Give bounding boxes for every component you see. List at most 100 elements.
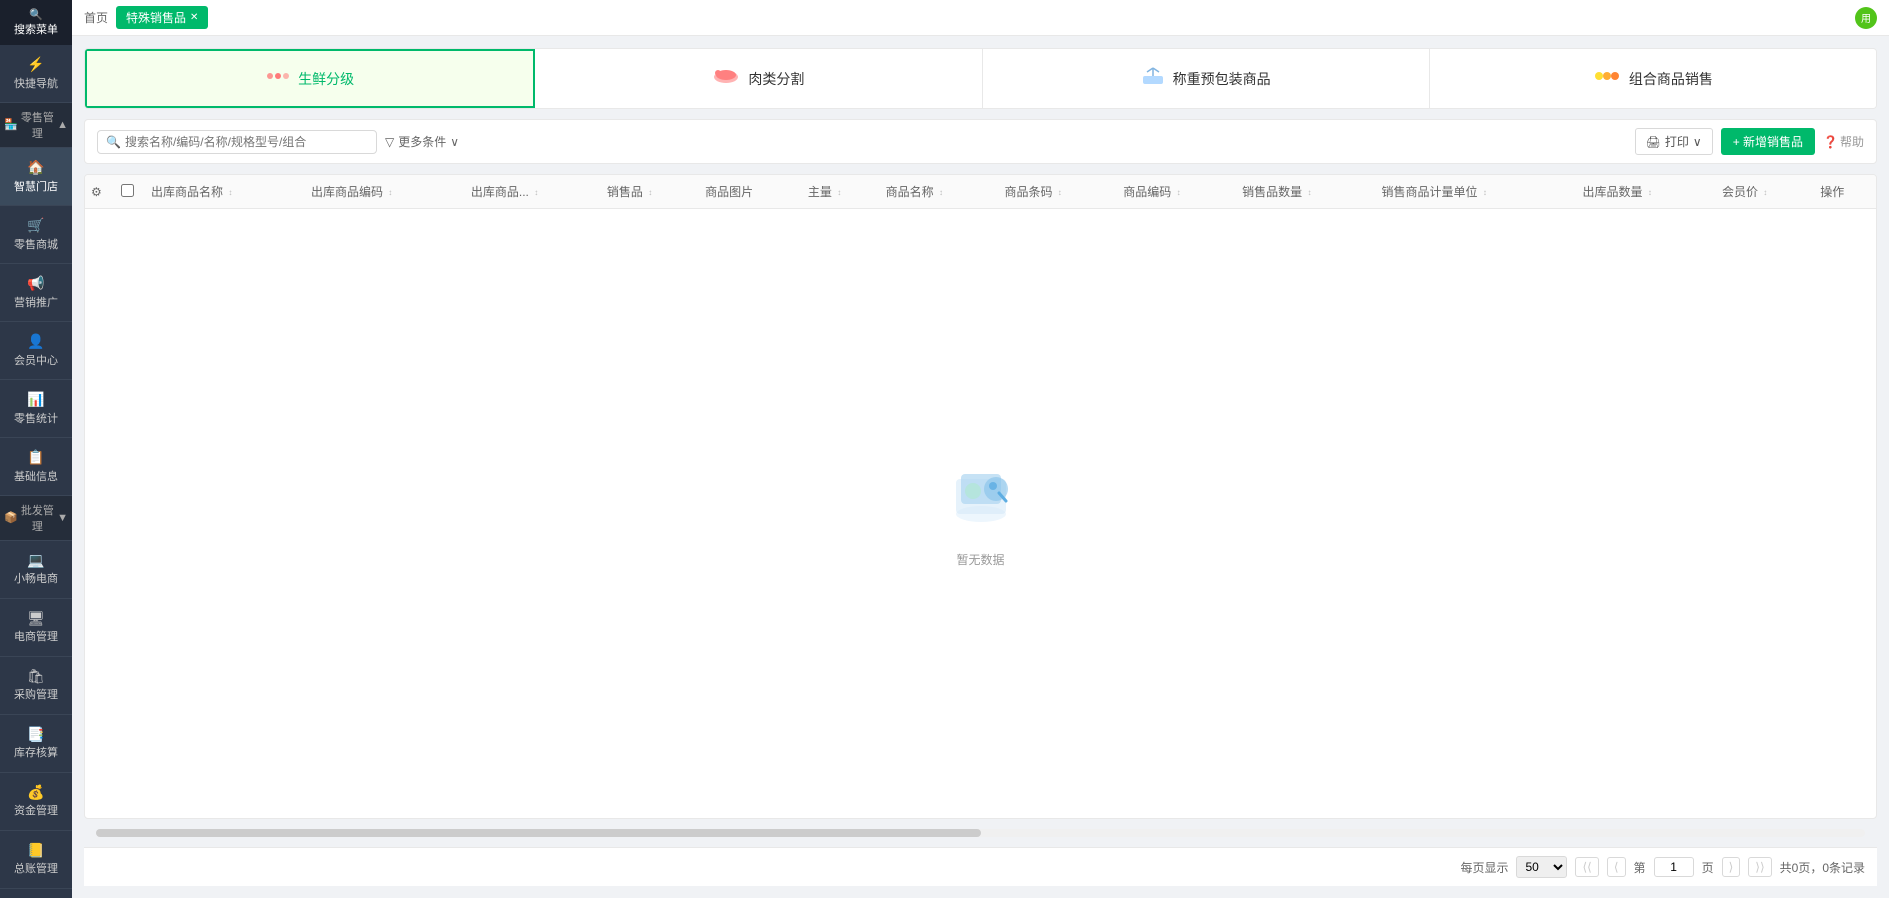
sidebar-item-label: 快捷导航 bbox=[14, 77, 58, 92]
sort-icon: ↕ bbox=[1763, 188, 1767, 197]
sidebar-item-ecommerce-mgmt[interactable]: 🖥 电商管理 bbox=[0, 599, 72, 657]
breadcrumb-home[interactable]: 首页 bbox=[84, 9, 108, 26]
main-content: 首页 特殊销售品 ✕ 用 生鲜分级 bbox=[72, 0, 1889, 898]
select-all-checkbox[interactable] bbox=[121, 184, 134, 197]
sidebar-item-members[interactable]: 👤 会员中心 bbox=[0, 322, 72, 380]
ledger-icon: 📒 bbox=[27, 841, 44, 861]
sort-icon: ↕ bbox=[837, 188, 841, 197]
top-nav: 首页 特殊销售品 ✕ 用 bbox=[72, 0, 1889, 36]
inventory-icon: 📑 bbox=[27, 725, 44, 745]
filter-button[interactable]: ▽ 更多条件 ∨ bbox=[385, 133, 459, 150]
avatar: 用 bbox=[1855, 7, 1877, 29]
col-action: 操作 bbox=[1814, 175, 1876, 209]
col-product-image[interactable]: 商品图片 bbox=[699, 175, 802, 209]
sidebar-item-wholesale[interactable]: 📦 批发管理 ▼ bbox=[0, 496, 72, 541]
search-icon: 🔍 bbox=[106, 135, 121, 149]
first-page-button[interactable]: ⟨⟨ bbox=[1575, 857, 1598, 877]
help-label: 帮助 bbox=[1840, 133, 1864, 150]
sidebar-item-retail-stats[interactable]: 📊 零售统计 bbox=[0, 380, 72, 438]
cat-tab-meat-cut[interactable]: 肉类分割 bbox=[535, 49, 982, 108]
page-size-select[interactable]: 50 10 20 100 bbox=[1516, 856, 1567, 878]
info-icon: 📋 bbox=[27, 448, 44, 468]
col-member-price[interactable]: 会员价 ↕ bbox=[1716, 175, 1814, 209]
toolbar-right: 🖨 打印 ∨ + 新增销售品 ❓ 帮助 bbox=[1635, 128, 1864, 155]
ecom-mgmt-icon: 🖥 bbox=[27, 609, 45, 629]
print-icon: 🖨 bbox=[1646, 135, 1661, 149]
sidebar-item-label: 电商管理 bbox=[14, 630, 58, 645]
col-product-code[interactable]: 商品编码 ↕ bbox=[1117, 175, 1236, 209]
members-icon: 👤 bbox=[27, 332, 44, 352]
cat-tab-fresh-grading[interactable]: 生鲜分级 bbox=[85, 49, 535, 108]
page-unit: 页 bbox=[1702, 859, 1714, 876]
mall-icon: 🛒 bbox=[27, 216, 44, 236]
sidebar-item-smart-store[interactable]: 🏠 智慧门店 bbox=[0, 148, 72, 206]
sidebar-search[interactable]: 🔍 搜索菜单 bbox=[0, 0, 72, 45]
sidebar-item-label: 零售管理 bbox=[20, 109, 55, 141]
sidebar-item-ledger[interactable]: 📒 总账管理 bbox=[0, 831, 72, 889]
filter-label: 更多条件 bbox=[398, 133, 446, 150]
sidebar-item-label: 采购管理 bbox=[14, 688, 58, 703]
sidebar-item-ecommerce-small[interactable]: 💻 小畅电商 bbox=[0, 541, 72, 599]
fresh-grading-icon bbox=[266, 67, 290, 90]
sidebar-item-basic-info[interactable]: 📋 基础信息 bbox=[0, 438, 72, 496]
cat-tab-prepack[interactable]: 称重预包装商品 bbox=[983, 49, 1430, 108]
sidebar-item-quick-nav[interactable]: ⚡ 快捷导航 bbox=[0, 45, 72, 103]
sidebar-logo-label: 搜索菜单 bbox=[0, 21, 72, 37]
quick-nav-icon: ⚡ bbox=[27, 55, 44, 75]
last-page-button[interactable]: ⟩⟩ bbox=[1748, 857, 1771, 877]
print-dropdown-icon: ∨ bbox=[1693, 135, 1702, 149]
chevron-down-icon: ∨ bbox=[450, 135, 459, 149]
scroll-thumb[interactable] bbox=[96, 829, 981, 837]
col-product-name[interactable]: 商品名称 ↕ bbox=[880, 175, 999, 209]
col-outbound-qty[interactable]: 出库品数量 ↕ bbox=[1577, 175, 1716, 209]
ecom-icon: 💻 bbox=[27, 551, 44, 571]
sidebar-item-label: 资金管理 bbox=[14, 804, 58, 819]
store-icon: 🏠 bbox=[27, 158, 44, 178]
active-tab[interactable]: 特殊销售品 ✕ bbox=[116, 6, 208, 29]
page-input[interactable] bbox=[1654, 857, 1694, 877]
purchase-icon: 🛍 bbox=[27, 667, 45, 687]
total-label: 共0页，0条记录 bbox=[1780, 859, 1865, 876]
cat-tab-combo[interactable]: 组合商品销售 bbox=[1430, 49, 1876, 108]
next-page-button[interactable]: ⟩ bbox=[1722, 857, 1741, 877]
sidebar-item-inventory[interactable]: 📑 库存核算 bbox=[0, 715, 72, 773]
col-warehouse-product-name[interactable]: 出库商品名称 ↕ bbox=[145, 175, 305, 209]
col-warehouse-product-code[interactable]: 出库商品编码 ↕ bbox=[305, 175, 465, 209]
cat-tab-label: 称重预包装商品 bbox=[1173, 69, 1271, 89]
col-sales-unit[interactable]: 销售商品计量单位 ↕ bbox=[1375, 175, 1576, 209]
avatar-text: 用 bbox=[1861, 10, 1871, 25]
sidebar-item-invoice[interactable]: 🧾 发票管理 bbox=[0, 889, 72, 898]
sidebar: 🔍 搜索菜单 ⚡ 快捷导航 🏪 零售管理 ▲ 🏠 智慧门店 🛒 零售商城 📢 营… bbox=[0, 0, 72, 898]
meat-cut-icon bbox=[712, 67, 740, 91]
sort-icon: ↕ bbox=[388, 188, 392, 197]
search-input[interactable] bbox=[125, 135, 345, 149]
col-product-barcode[interactable]: 商品条码 ↕ bbox=[998, 175, 1117, 209]
col-warehouse-product-more[interactable]: 出库商品... ↕ bbox=[465, 175, 601, 209]
sidebar-item-retail-mgmt[interactable]: 🏪 零售管理 ▲ bbox=[0, 103, 72, 148]
col-main-qty[interactable]: 主量 ↕ bbox=[802, 175, 880, 209]
tab-label: 特殊销售品 bbox=[126, 9, 186, 26]
horizontal-scrollbar[interactable] bbox=[96, 829, 1865, 837]
col-sales-product[interactable]: 销售品 ↕ bbox=[601, 175, 699, 209]
print-button[interactable]: 🖨 打印 ∨ bbox=[1635, 128, 1713, 155]
marketing-icon: 📢 bbox=[27, 274, 44, 294]
col-sales-qty[interactable]: 销售品数量 ↕ bbox=[1236, 175, 1375, 209]
sidebar-item-finance[interactable]: 💰 资金管理 bbox=[0, 773, 72, 831]
table-settings-col[interactable]: ⚙ bbox=[85, 175, 115, 209]
tab-close-icon[interactable]: ✕ bbox=[190, 12, 198, 23]
prev-page-button[interactable]: ⟨ bbox=[1607, 857, 1626, 877]
help-button[interactable]: ❓ 帮助 bbox=[1823, 133, 1864, 150]
table-checkbox-col[interactable] bbox=[115, 175, 145, 209]
sidebar-item-marketing[interactable]: 📢 营销推广 bbox=[0, 264, 72, 322]
retail-icon: 🏪 bbox=[4, 118, 18, 131]
sidebar-item-label: 库存核算 bbox=[14, 746, 58, 761]
toolbar: 🔍 ▽ 更多条件 ∨ 🖨 打印 ∨ + 新增销售品 ❓ 帮助 bbox=[84, 119, 1877, 164]
sidebar-item-purchase[interactable]: 🛍 采购管理 bbox=[0, 657, 72, 715]
sidebar-item-retail-mall[interactable]: 🛒 零售商城 bbox=[0, 206, 72, 264]
sidebar-item-label: 零售商城 bbox=[14, 238, 58, 253]
cat-tab-label: 生鲜分级 bbox=[298, 69, 354, 89]
search-box[interactable]: 🔍 bbox=[97, 130, 377, 154]
add-product-button[interactable]: + 新增销售品 bbox=[1721, 128, 1815, 155]
print-label: 打印 bbox=[1665, 133, 1689, 150]
help-icon: ❓ bbox=[1823, 135, 1838, 149]
